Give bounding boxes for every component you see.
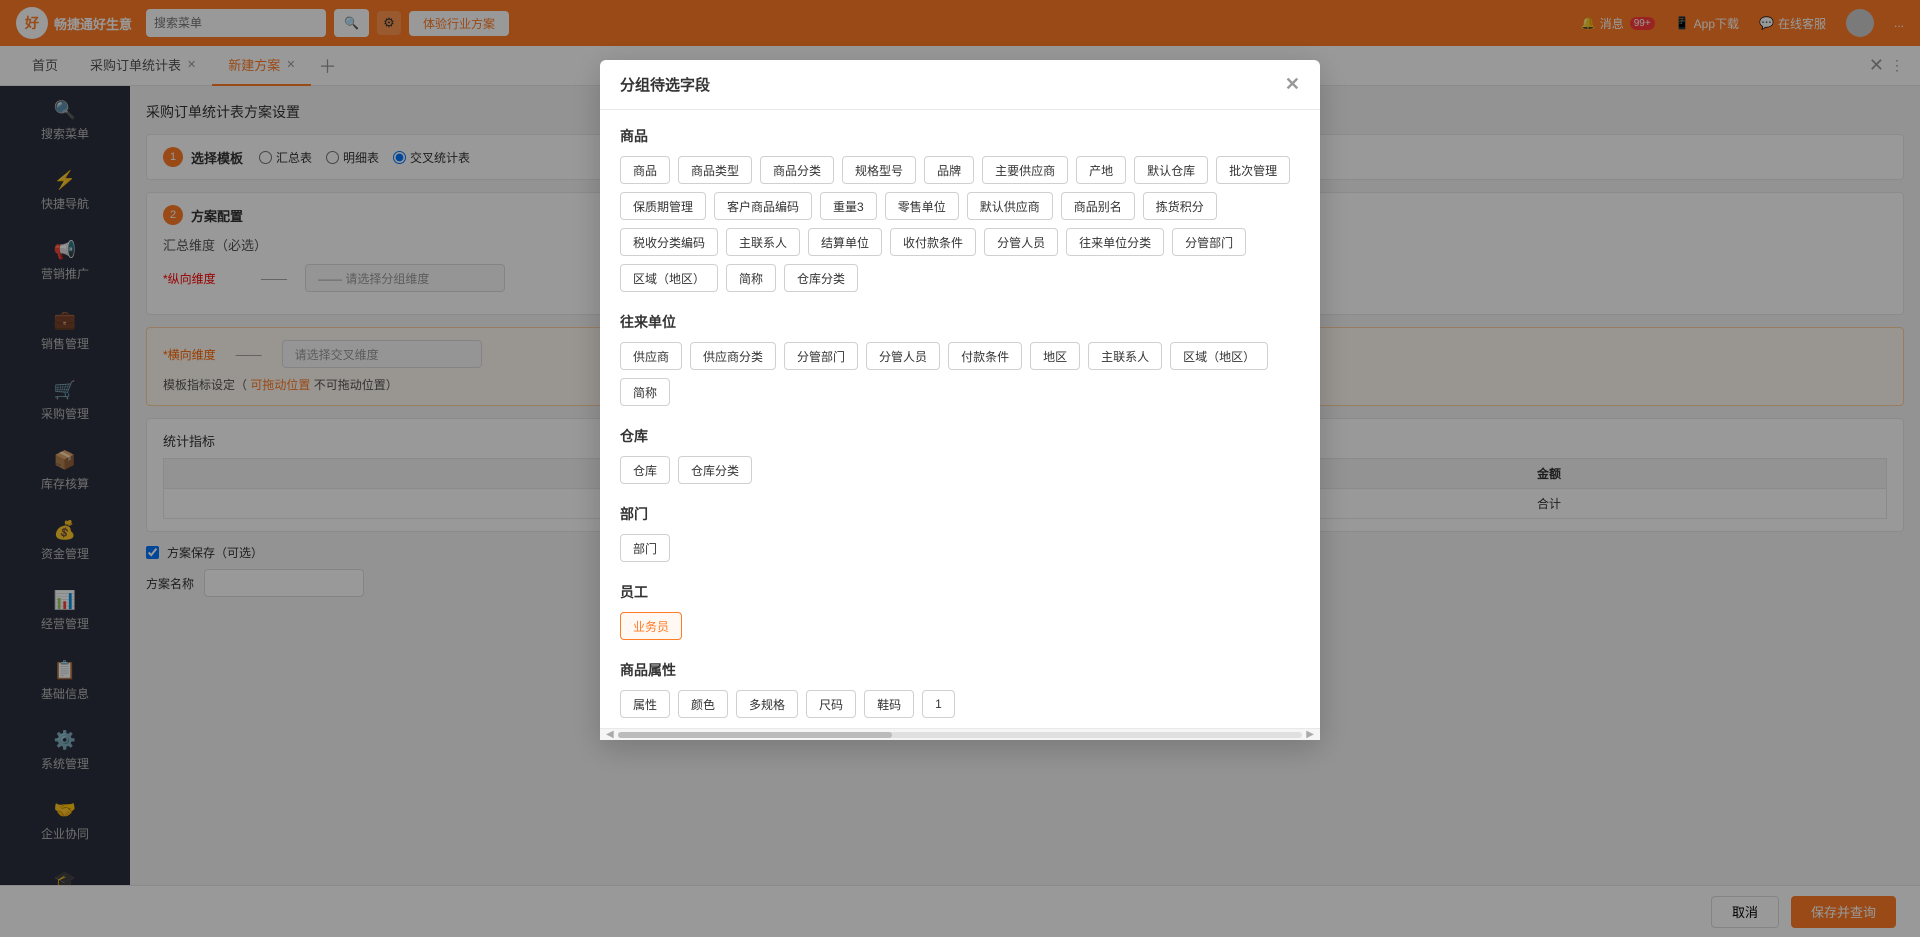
field-tag-0-10[interactable]: 客户商品编码 [714,192,812,220]
hscroll-thumb [618,732,892,738]
modal-close-button[interactable]: ✕ [1285,74,1300,95]
field-tag-0-18[interactable]: 结算单位 [808,228,882,256]
modal-section-4: 员工业务员 [620,582,1300,640]
field-tag-0-3[interactable]: 规格型号 [842,156,916,184]
field-tag-0-19[interactable]: 收付款条件 [890,228,976,256]
field-tag-0-17[interactable]: 主联系人 [726,228,800,256]
field-tag-0-9[interactable]: 保质期管理 [620,192,706,220]
modal-section-0: 商品商品商品类型商品分类规格型号品牌主要供应商产地默认仓库批次管理保质期管理客户… [620,126,1300,292]
field-tag-0-4[interactable]: 品牌 [924,156,974,184]
field-tag-4-0[interactable]: 业务员 [620,612,682,640]
field-tag-0-15[interactable]: 拣货积分 [1143,192,1217,220]
field-tag-5-4[interactable]: 鞋码 [864,690,914,718]
field-tag-0-16[interactable]: 税收分类编码 [620,228,718,256]
modal-section-2: 仓库仓库仓库分类 [620,426,1300,484]
field-tag-0-20[interactable]: 分管人员 [984,228,1058,256]
modal-body[interactable]: 商品商品商品类型商品分类规格型号品牌主要供应商产地默认仓库批次管理保质期管理客户… [600,110,1320,728]
section-title-1: 往来单位 [620,312,1300,332]
modal-section-1: 往来单位供应商供应商分类分管部门分管人员付款条件地区主联系人区域（地区） 简称 [620,312,1300,406]
field-tag-0-24[interactable]: 简称 [726,264,776,292]
field-tag-1-7[interactable]: 区域（地区） [1170,342,1268,370]
field-tag-0-22[interactable]: 分管部门 [1172,228,1246,256]
field-tag-0-13[interactable]: 默认供应商 [967,192,1053,220]
modal-header: 分组待选字段 ✕ [600,60,1320,110]
field-tag-0-0[interactable]: 商品 [620,156,670,184]
field-tag-1-8[interactable]: 简称 [620,378,670,406]
modal-title: 分组待选字段 [620,74,710,95]
hscroll-track [618,732,1303,738]
section-title-4: 员工 [620,582,1300,602]
section-title-5: 商品属性 [620,660,1300,680]
field-tag-1-0[interactable]: 供应商 [620,342,682,370]
field-tag-2-1[interactable]: 仓库分类 [678,456,752,484]
modal-horizontal-scrollbar[interactable]: ◀ ▶ [600,728,1320,740]
field-tag-3-0[interactable]: 部门 [620,534,670,562]
field-tag-5-2[interactable]: 多规格 [736,690,798,718]
field-tag-0-21[interactable]: 往来单位分类 [1066,228,1164,256]
field-tag-5-3[interactable]: 尺码 [806,690,856,718]
field-tag-1-4[interactable]: 付款条件 [948,342,1022,370]
field-tags-0: 商品商品类型商品分类规格型号品牌主要供应商产地默认仓库批次管理保质期管理客户商品… [620,156,1300,292]
field-tag-1-3[interactable]: 分管人员 [866,342,940,370]
field-tags-3: 部门 [620,534,1300,562]
field-tag-5-0[interactable]: 属性 [620,690,670,718]
field-tag-2-0[interactable]: 仓库 [620,456,670,484]
modal-section-3: 部门部门 [620,504,1300,562]
field-tag-1-1[interactable]: 供应商分类 [690,342,776,370]
field-tag-0-7[interactable]: 默认仓库 [1134,156,1208,184]
modal-dialog: 分组待选字段 ✕ 商品商品商品类型商品分类规格型号品牌主要供应商产地默认仓库批次… [600,60,1320,740]
section-title-3: 部门 [620,504,1300,524]
modal-overlay: 分组待选字段 ✕ 商品商品商品类型商品分类规格型号品牌主要供应商产地默认仓库批次… [0,0,1920,937]
section-title-2: 仓库 [620,426,1300,446]
field-tags-5: 属性颜色多规格尺码鞋码 1 [620,690,1300,718]
field-tag-0-14[interactable]: 商品别名 [1061,192,1135,220]
field-tag-1-2[interactable]: 分管部门 [784,342,858,370]
field-tag-0-1[interactable]: 商品类型 [678,156,752,184]
field-tag-0-11[interactable]: 重量3 [820,192,877,220]
field-tag-0-6[interactable]: 产地 [1076,156,1126,184]
field-tags-2: 仓库仓库分类 [620,456,1300,484]
field-tag-1-5[interactable]: 地区 [1030,342,1080,370]
modal-section-5: 商品属性属性颜色多规格尺码鞋码 1 [620,660,1300,718]
field-tag-5-1[interactable]: 颜色 [678,690,728,718]
field-tag-5-5[interactable]: 1 [922,690,955,718]
field-tags-1: 供应商供应商分类分管部门分管人员付款条件地区主联系人区域（地区） 简称 [620,342,1300,406]
field-tag-0-25[interactable]: 仓库分类 [784,264,858,292]
field-tag-0-23[interactable]: 区域（地区） [620,264,718,292]
section-title-0: 商品 [620,126,1300,146]
field-tag-1-6[interactable]: 主联系人 [1088,342,1162,370]
field-tags-4: 业务员 [620,612,1300,640]
field-tag-0-8[interactable]: 批次管理 [1216,156,1290,184]
field-tag-0-2[interactable]: 商品分类 [760,156,834,184]
field-tag-0-12[interactable]: 零售单位 [885,192,959,220]
field-tag-0-5[interactable]: 主要供应商 [982,156,1068,184]
